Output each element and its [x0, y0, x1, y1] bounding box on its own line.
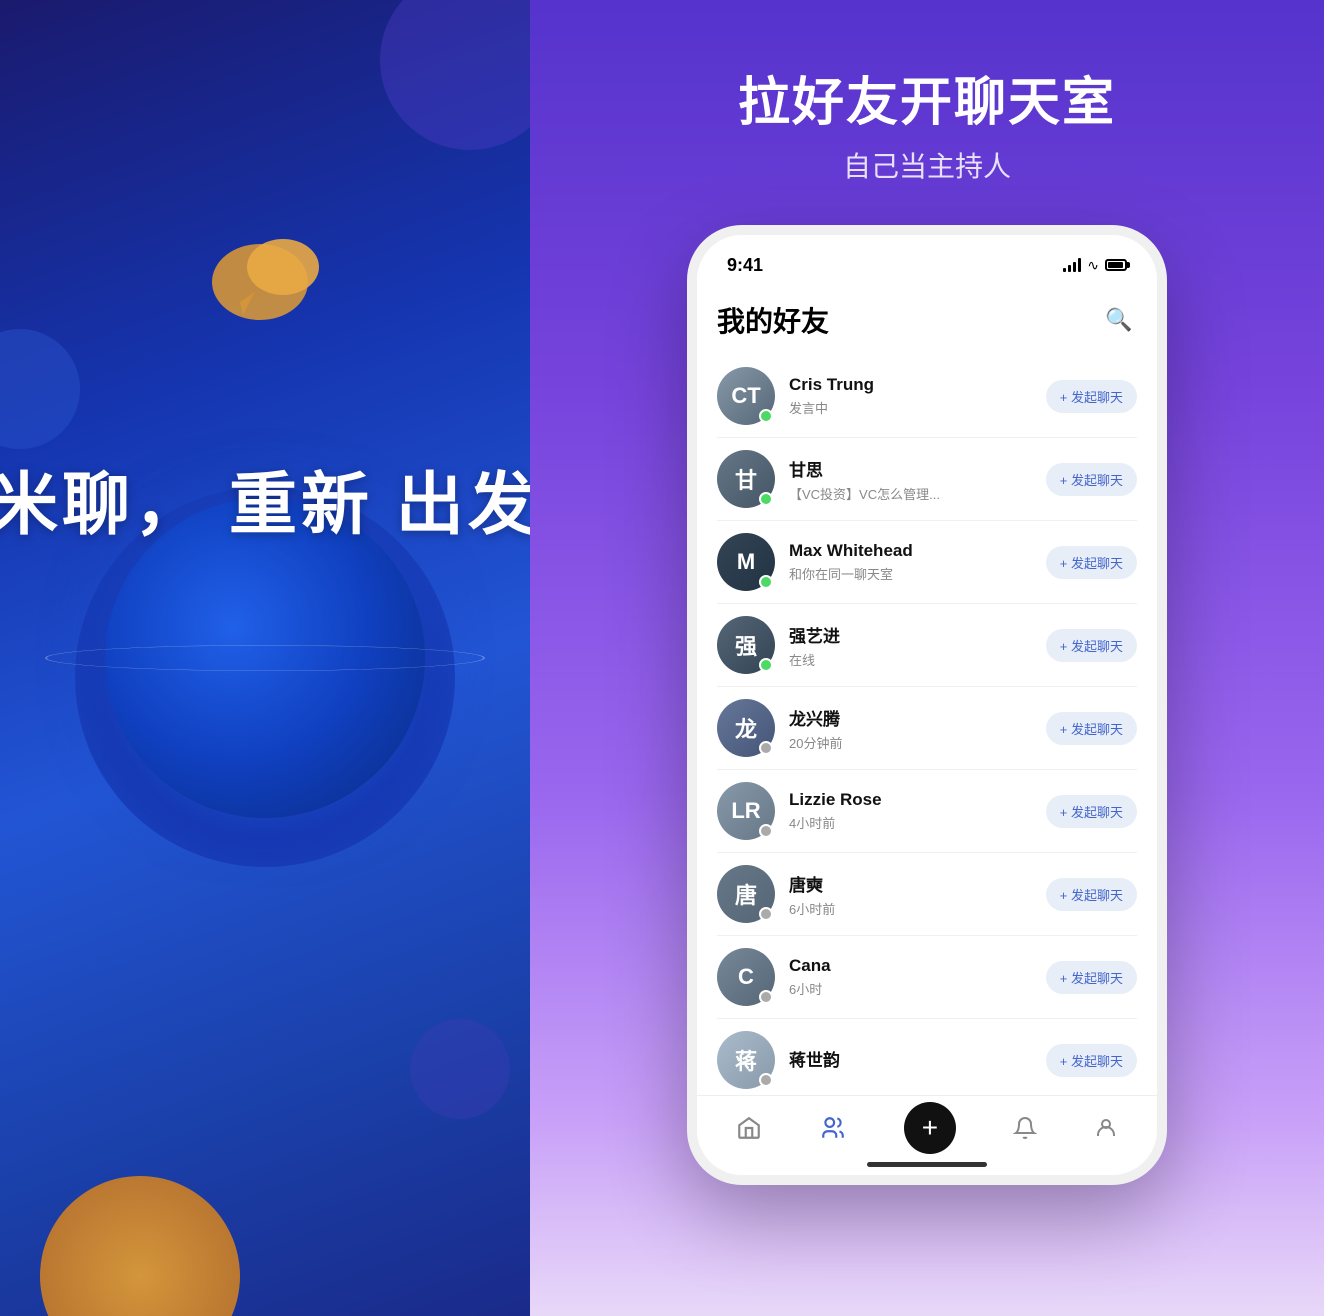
start-chat-button[interactable]: + 发起聊天	[1046, 795, 1137, 828]
nav-notifications[interactable]	[1013, 1115, 1037, 1141]
list-item[interactable]: CT Cris Trung 发言中 + 发起聊天	[717, 355, 1137, 438]
friend-info: Cris Trung 发言中	[789, 375, 1046, 417]
online-indicator	[759, 741, 773, 755]
phone-mockup: 9:41 ∿ 我的好友 🔍	[687, 225, 1167, 1185]
friend-info: Max Whitehead 和你在同一聊天室	[789, 541, 1046, 583]
avatar: 龙	[717, 699, 775, 757]
plus-icon: +	[922, 1114, 938, 1142]
blob-decoration-right	[410, 1019, 510, 1119]
status-time: 9:41	[727, 255, 763, 276]
chat-bubble-icon	[205, 237, 325, 356]
start-chat-button[interactable]: + 发起聊天	[1046, 878, 1137, 911]
friend-info: 蒋世韵	[789, 1046, 1046, 1074]
online-indicator	[759, 1073, 773, 1087]
nav-profile[interactable]	[1094, 1115, 1118, 1141]
friends-header: 我的好友 🔍	[717, 285, 1137, 355]
left-panel: 米聊， 重新 出发	[0, 0, 530, 1316]
avatar: 蒋	[717, 1031, 775, 1089]
start-chat-button[interactable]: + 发起聊天	[1046, 380, 1137, 413]
online-indicator	[759, 907, 773, 921]
list-item[interactable]: C Cana 6小时 + 发起聊天	[717, 936, 1137, 1019]
online-indicator	[759, 658, 773, 672]
search-button[interactable]: 🔍	[1101, 302, 1137, 338]
phone-content: 我的好友 🔍 CT Cris Trung 发言中 + 发起聊天 甘 甘思 【VC…	[697, 285, 1157, 1095]
friend-status: 6小时前	[789, 899, 969, 918]
friend-status: 【VC投资】VC怎么管理...	[789, 484, 969, 503]
friend-status: 6小时	[789, 979, 969, 998]
friend-name: Cris Trung	[789, 375, 1046, 395]
friend-status: 发言中	[789, 398, 969, 417]
start-chat-button[interactable]: + 发起聊天	[1046, 712, 1137, 745]
start-chat-button[interactable]: + 发起聊天	[1046, 1044, 1137, 1077]
start-chat-button[interactable]: + 发起聊天	[1046, 961, 1137, 994]
friend-info: 唐奭 6小时前	[789, 871, 1046, 918]
start-chat-button[interactable]: + 发起聊天	[1046, 546, 1137, 579]
add-button[interactable]: +	[904, 1102, 956, 1154]
avatar: 甘	[717, 450, 775, 508]
left-main-text: 米聊， 重新 出发	[0, 461, 530, 549]
friend-info: 甘思 【VC投资】VC怎么管理...	[789, 456, 1046, 503]
avatar: C	[717, 948, 775, 1006]
friend-status: 4小时前	[789, 813, 969, 832]
friend-name: 龙兴腾	[789, 705, 1046, 730]
friend-info: 强艺进 在线	[789, 622, 1046, 669]
friend-info: 龙兴腾 20分钟前	[789, 705, 1046, 752]
start-chat-button[interactable]: + 发起聊天	[1046, 629, 1137, 662]
start-chat-button[interactable]: + 发起聊天	[1046, 463, 1137, 496]
friend-name: Lizzie Rose	[789, 790, 1046, 810]
online-indicator	[759, 824, 773, 838]
planet-ring	[45, 645, 485, 671]
list-item[interactable]: 龙 龙兴腾 20分钟前 + 发起聊天	[717, 687, 1137, 770]
online-indicator	[759, 575, 773, 589]
right-headline: 拉好友开聊天室	[738, 60, 1116, 135]
home-indicator	[867, 1162, 987, 1167]
right-panel: 拉好友开聊天室 自己当主持人 9:41 ∿ 我的好友	[530, 0, 1324, 1316]
list-item[interactable]: 强 强艺进 在线 + 发起聊天	[717, 604, 1137, 687]
avatar: CT	[717, 367, 775, 425]
friend-status: 在线	[789, 650, 969, 669]
friend-status: 20分钟前	[789, 733, 969, 752]
blob-decoration-top	[380, 0, 530, 150]
nav-home[interactable]	[736, 1115, 762, 1141]
friend-name: Cana	[789, 956, 1046, 976]
friend-name: 唐奭	[789, 871, 1046, 896]
list-item[interactable]: 蒋 蒋世韵 + 发起聊天	[717, 1019, 1137, 1095]
avatar: 强	[717, 616, 775, 674]
list-item[interactable]: M Max Whitehead 和你在同一聊天室 + 发起聊天	[717, 521, 1137, 604]
friend-name: 甘思	[789, 456, 1046, 481]
wifi-icon: ∿	[1087, 257, 1099, 274]
status-bar: 9:41 ∿	[697, 235, 1157, 285]
friend-name: Max Whitehead	[789, 541, 1046, 561]
avatar: 唐	[717, 865, 775, 923]
status-icons: ∿	[1063, 257, 1127, 274]
nav-friends[interactable]	[819, 1115, 847, 1141]
list-item[interactable]: LR Lizzie Rose 4小时前 + 发起聊天	[717, 770, 1137, 853]
friend-name: 蒋世韵	[789, 1046, 1046, 1071]
blob-decoration-bottom	[40, 1176, 240, 1316]
online-indicator	[759, 990, 773, 1004]
list-item[interactable]: 唐 唐奭 6小时前 + 发起聊天	[717, 853, 1137, 936]
friends-list: CT Cris Trung 发言中 + 发起聊天 甘 甘思 【VC投资】VC怎么…	[717, 355, 1137, 1095]
friends-title: 我的好友	[717, 300, 829, 340]
online-indicator	[759, 409, 773, 423]
online-indicator	[759, 492, 773, 506]
friend-info: Lizzie Rose 4小时前	[789, 790, 1046, 832]
list-item[interactable]: 甘 甘思 【VC投资】VC怎么管理... + 发起聊天	[717, 438, 1137, 521]
friend-name: 强艺进	[789, 622, 1046, 647]
right-subheadline: 自己当主持人	[843, 145, 1011, 185]
avatar: LR	[717, 782, 775, 840]
battery-icon	[1105, 259, 1127, 271]
signal-icon	[1063, 258, 1081, 272]
blob-decoration-mid	[0, 329, 80, 449]
avatar: M	[717, 533, 775, 591]
friend-info: Cana 6小时	[789, 956, 1046, 998]
friend-status: 和你在同一聊天室	[789, 564, 969, 583]
